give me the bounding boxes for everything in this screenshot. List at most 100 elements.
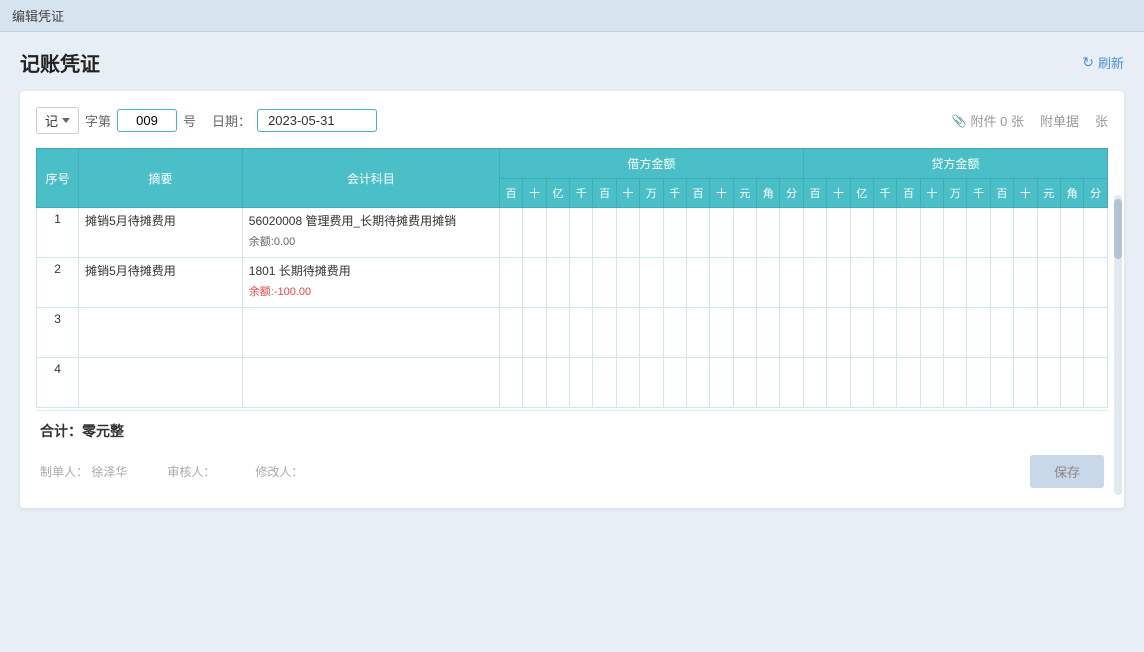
cell-debit-d9-2[interactable] xyxy=(686,258,709,308)
cell-credit-c2-2[interactable] xyxy=(827,258,850,308)
cell-credit-c10-1[interactable] xyxy=(1014,208,1037,258)
date-label: 日期： xyxy=(212,111,251,130)
cell-credit-c12-1[interactable] xyxy=(1060,208,1083,258)
cell-debit-d7-1[interactable] xyxy=(640,208,663,258)
cell-debit-d5-2[interactable] xyxy=(593,258,616,308)
cell-credit-c4-1[interactable] xyxy=(873,208,896,258)
cell-credit-c6-1[interactable] xyxy=(920,208,943,258)
table-header-row: 序号 摘要 会计科目 借方金额 贷方金额 xyxy=(37,149,1108,179)
attachment-area: 📎 附件 0 张 附单据 张 xyxy=(952,111,1108,130)
cell-debit-d8-1[interactable] xyxy=(663,208,686,258)
voucher-type-select[interactable]: 记 xyxy=(36,107,79,134)
cell-summary-3[interactable] xyxy=(79,308,243,358)
scrollbar-thumb[interactable] xyxy=(1114,199,1122,259)
chevron-down-icon xyxy=(62,118,70,123)
date-input[interactable] xyxy=(257,109,377,132)
cell-credit-c4-2[interactable] xyxy=(873,258,896,308)
attachment-label: 附件 0 张 xyxy=(971,111,1024,130)
table-row: 2 摊销5月待摊费用 1801 长期待摊费用 余额:-100.00 xyxy=(37,258,1108,308)
cell-debit-d2-2[interactable] xyxy=(523,258,546,308)
cell-summary-1[interactable]: 摊销5月待摊费用 xyxy=(79,208,243,258)
cell-account-2[interactable]: 1801 长期待摊费用 余额:-100.00 xyxy=(242,258,499,308)
cell-debit-d3-2[interactable] xyxy=(546,258,569,308)
credit-col-2: 十 xyxy=(827,179,850,208)
bottom-info: 制单人： 徐泽华 审核人： 修改人： 保存 xyxy=(36,445,1108,492)
cell-credit-c13-1[interactable] xyxy=(1084,208,1108,258)
voucher-number-input[interactable] xyxy=(117,109,177,132)
total-label: 合计：零元整 xyxy=(40,421,124,441)
cell-credit-c2-1[interactable] xyxy=(827,208,850,258)
attach-receipt-label[interactable]: 附单据 xyxy=(1040,111,1079,130)
cell-debit-d6-1[interactable] xyxy=(616,208,639,258)
cell-account-4[interactable] xyxy=(242,358,499,408)
cell-debit-d4-2[interactable] xyxy=(570,258,593,308)
save-button[interactable]: 保存 xyxy=(1030,455,1104,488)
debit-col-8: 千 xyxy=(663,179,686,208)
refresh-icon: ↻ xyxy=(1082,54,1094,71)
cell-debit-d5-1[interactable] xyxy=(593,208,616,258)
credit-col-12: 角 xyxy=(1060,179,1083,208)
debit-col-13: 分 xyxy=(780,179,803,208)
cell-credit-c5-2[interactable] xyxy=(897,258,920,308)
cell-credit-c11-2[interactable] xyxy=(1037,258,1060,308)
cell-seq-3: 3 xyxy=(37,308,79,358)
debit-col-5: 百 xyxy=(593,179,616,208)
cell-credit-c8-2[interactable] xyxy=(967,258,990,308)
voucher-type-value: 记 xyxy=(45,111,58,130)
cell-credit-c1-2[interactable] xyxy=(803,258,826,308)
debit-col-2: 十 xyxy=(523,179,546,208)
attach-count-label: 张 xyxy=(1095,111,1108,130)
credit-col-3: 亿 xyxy=(850,179,873,208)
attachment-link[interactable]: 📎 附件 0 张 xyxy=(952,111,1024,130)
debit-col-3: 亿 xyxy=(546,179,569,208)
refresh-button[interactable]: ↻ 刷新 xyxy=(1082,53,1124,72)
cell-debit-d12-1[interactable] xyxy=(757,208,780,258)
debit-col-12: 角 xyxy=(757,179,780,208)
cell-credit-c12-2[interactable] xyxy=(1060,258,1083,308)
cell-debit-d13-2[interactable] xyxy=(780,258,803,308)
cell-credit-c6-2[interactable] xyxy=(920,258,943,308)
cell-credit-c8-1[interactable] xyxy=(967,208,990,258)
cell-debit-d7-2[interactable] xyxy=(640,258,663,308)
cell-credit-c3-2[interactable] xyxy=(850,258,873,308)
cell-credit-c3-1[interactable] xyxy=(850,208,873,258)
cell-debit-d10-1[interactable] xyxy=(710,208,733,258)
cell-debit-d11-1[interactable] xyxy=(733,208,756,258)
cell-credit-c1-1[interactable] xyxy=(803,208,826,258)
cell-seq-1: 1 xyxy=(37,208,79,258)
cell-d1-3[interactable] xyxy=(499,308,522,358)
cell-debit-d6-2[interactable] xyxy=(616,258,639,308)
cell-credit-c5-1[interactable] xyxy=(897,208,920,258)
cell-debit-d13-1[interactable] xyxy=(780,208,803,258)
cell-credit-c13-2[interactable] xyxy=(1084,258,1108,308)
voucher-card: 记 字第 号 日期： 📎 附件 0 张 附单据 张 xyxy=(20,91,1124,508)
cell-debit-d8-2[interactable] xyxy=(663,258,686,308)
title-bar-label: 编辑凭证 xyxy=(12,9,64,24)
cell-credit-c10-2[interactable] xyxy=(1014,258,1037,308)
th-credit: 贷方金额 xyxy=(803,149,1107,179)
cell-debit-d11-2[interactable] xyxy=(733,258,756,308)
cell-debit-d4-1[interactable] xyxy=(570,208,593,258)
debit-col-11: 元 xyxy=(733,179,756,208)
cell-credit-c9-1[interactable] xyxy=(990,208,1013,258)
cell-summary-4[interactable] xyxy=(79,358,243,408)
cell-debit-d9-1[interactable] xyxy=(686,208,709,258)
cell-account-3[interactable] xyxy=(242,308,499,358)
cell-debit-d1-2[interactable] xyxy=(499,258,522,308)
table-row: 1 摊销5月待摊费用 56020008 管理费用_长期待摊费用摊销 余额:0.0… xyxy=(37,208,1108,258)
cell-credit-c9-2[interactable] xyxy=(990,258,1013,308)
cell-debit-d1-1[interactable] xyxy=(499,208,522,258)
cell-debit-d2-1[interactable] xyxy=(523,208,546,258)
cell-credit-c7-2[interactable] xyxy=(944,258,967,308)
scrollbar[interactable] xyxy=(1114,195,1122,495)
zi-label: 字第 xyxy=(85,111,111,130)
cell-summary-2[interactable]: 摊销5月待摊费用 xyxy=(79,258,243,308)
cell-credit-c7-1[interactable] xyxy=(944,208,967,258)
cell-seq-2: 2 xyxy=(37,258,79,308)
cell-debit-d10-2[interactable] xyxy=(710,258,733,308)
cell-account-1[interactable]: 56020008 管理费用_长期待摊费用摊销 余额:0.00 xyxy=(242,208,499,258)
cell-credit-c11-1[interactable] xyxy=(1037,208,1060,258)
creator-name: 徐泽华 xyxy=(91,465,127,479)
cell-debit-d12-2[interactable] xyxy=(757,258,780,308)
cell-debit-d3-1[interactable] xyxy=(546,208,569,258)
